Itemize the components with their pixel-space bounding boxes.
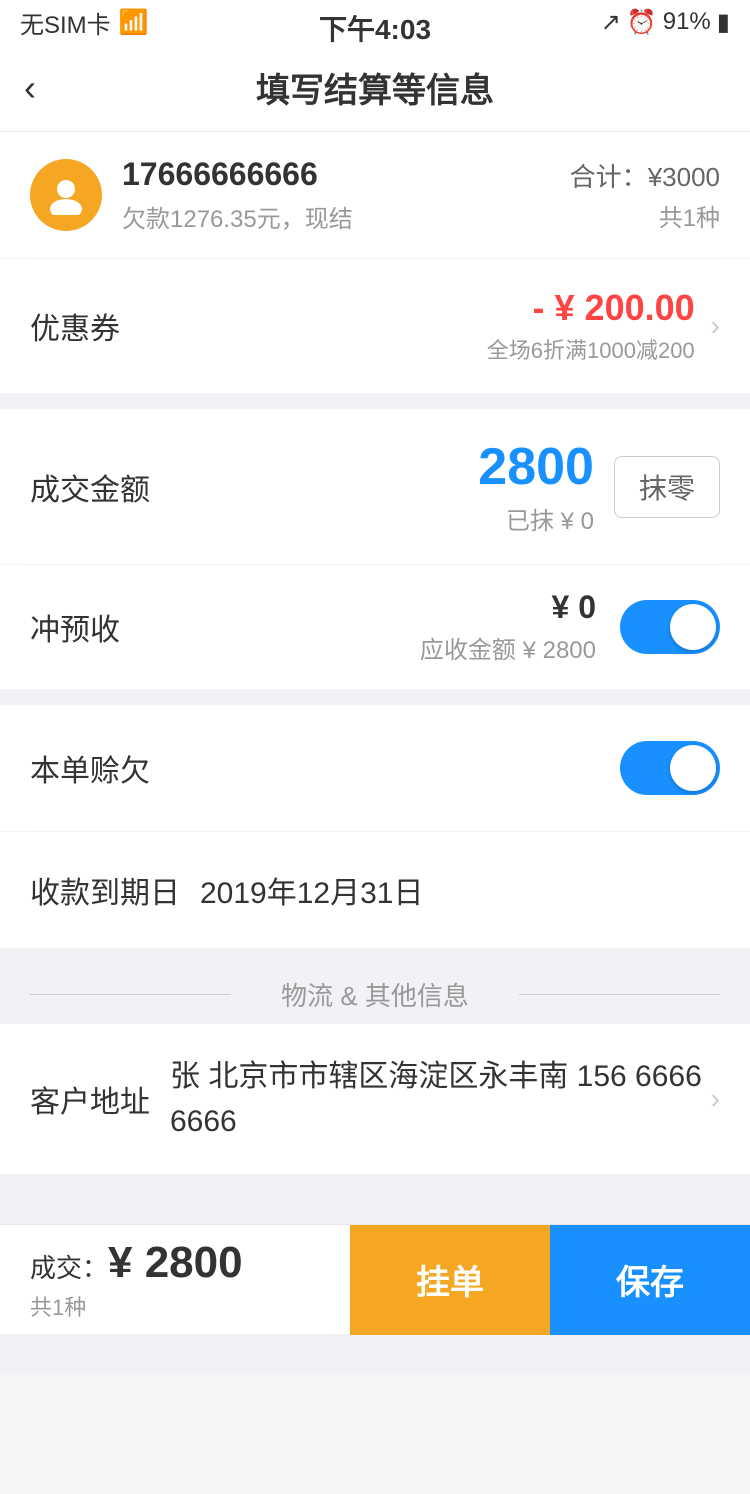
- status-left: 无SIM卡 📶: [20, 5, 149, 40]
- debt-toggle[interactable]: [620, 741, 720, 795]
- carrier-text: 无SIM卡: [20, 5, 111, 40]
- address-label: 客户地址: [30, 1077, 150, 1121]
- debt-label: 本单赊欠: [30, 746, 150, 790]
- discount-amount: - ¥ 200.00: [487, 287, 695, 329]
- total-count: 共1种: [570, 198, 720, 233]
- location-icon: ↗: [601, 8, 621, 37]
- logistics-text: 物流 & 其他信息: [281, 976, 469, 1013]
- address-row[interactable]: 客户地址 张 北京市市辖区海淀区永丰南 156 6666 6666 ›: [0, 1024, 750, 1174]
- wifi-icon: 📶: [119, 8, 149, 37]
- coupon-row[interactable]: 优惠券 - ¥ 200.00 全场6折满1000减200 ›: [0, 259, 750, 393]
- save-button[interactable]: 保存: [550, 1225, 750, 1335]
- status-right: ↗ ⏰ 91% ▮: [601, 8, 730, 37]
- debt-row: 本单赊欠: [0, 705, 750, 831]
- coupon-label: 优惠券: [30, 304, 120, 348]
- due-date-row: 收款到期日 2019年12月31日: [0, 832, 750, 948]
- total-label: 合计：¥3000: [570, 157, 720, 194]
- back-button[interactable]: ‹: [24, 67, 36, 109]
- status-bar: 无SIM卡 📶 下午4:03 ↗ ⏰ 91% ▮: [0, 0, 750, 44]
- round-zero-button[interactable]: 抹零: [614, 456, 720, 518]
- deal-amount-number: 2800: [478, 437, 594, 497]
- due-date-value: 2019年12月31日: [200, 868, 423, 912]
- prepay-row: 冲预收 ¥ 0 应收金额 ¥ 2800: [0, 565, 750, 689]
- customer-debt: 欠款1276.35元，现结: [122, 199, 353, 234]
- footer-deal-count: 共1种: [30, 1290, 320, 1322]
- avatar: [30, 159, 102, 231]
- prepay-label: 冲预收: [30, 605, 120, 649]
- nav-bar: ‹ 填写结算等信息: [0, 44, 750, 132]
- footer-info: 成交：¥ 2800 共1种: [0, 1238, 350, 1322]
- deal-amount-row: 成交金额 2800 已抹 ¥ 0 抹零: [0, 409, 750, 564]
- prepay-amount: ¥ 0: [420, 589, 596, 626]
- customer-info: 17666666666 欠款1276.35元，现结: [122, 156, 353, 234]
- coupon-right: - ¥ 200.00 全场6折满1000减200 ›: [487, 287, 720, 365]
- prepay-toggle[interactable]: [620, 600, 720, 654]
- address-chevron-icon: ›: [711, 1083, 720, 1115]
- customer-total: 合计：¥3000 共1种: [570, 157, 720, 233]
- footer: 成交：¥ 2800 共1种 挂单 保存: [0, 1224, 750, 1334]
- customer-left: 17666666666 欠款1276.35元，现结: [30, 156, 353, 234]
- address-value: 张 北京市市辖区海淀区永丰南 156 6666 6666: [170, 1054, 711, 1144]
- hang-order-button[interactable]: 挂单: [350, 1225, 550, 1335]
- footer-deal-label: 成交：¥ 2800: [30, 1238, 320, 1288]
- logistics-line-right: [519, 994, 720, 995]
- deal-amount-sub: 已抹 ¥ 0: [478, 501, 594, 536]
- battery-text: 91%: [663, 8, 711, 36]
- battery-icon: ▮: [717, 8, 730, 37]
- divider-6: [0, 948, 750, 964]
- deal-amount-label: 成交金额: [30, 465, 150, 509]
- discount-desc: 全场6折满1000减200: [487, 333, 695, 365]
- total-amount: ¥3000: [648, 162, 720, 192]
- due-date-label: 收款到期日: [30, 868, 180, 912]
- alarm-icon: ⏰: [627, 8, 657, 37]
- customer-card: 17666666666 欠款1276.35元，现结 合计：¥3000 共1种: [0, 132, 750, 258]
- divider-2: [0, 393, 750, 409]
- prepay-sub: 应收金额 ¥ 2800: [420, 630, 596, 665]
- footer-deal-amount: ¥ 2800: [108, 1238, 243, 1287]
- logistics-section-header: 物流 & 其他信息: [0, 964, 750, 1024]
- chevron-right-icon: ›: [711, 310, 720, 342]
- divider-4: [0, 689, 750, 705]
- coupon-info: - ¥ 200.00 全场6折满1000减200: [487, 287, 695, 365]
- status-time: 下午4:03: [319, 8, 431, 48]
- logistics-line-left: [30, 994, 231, 995]
- customer-phone: 17666666666: [122, 156, 353, 193]
- page-title: 填写结算等信息: [256, 63, 494, 112]
